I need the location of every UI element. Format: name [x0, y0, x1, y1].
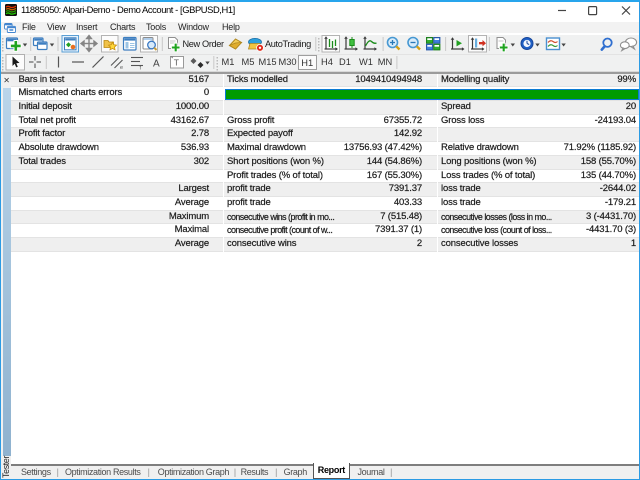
svg-text:f: f	[140, 66, 142, 72]
svg-text:e: e	[120, 65, 123, 71]
svg-text:A: A	[153, 59, 160, 70]
svg-text:T: T	[174, 58, 179, 68]
